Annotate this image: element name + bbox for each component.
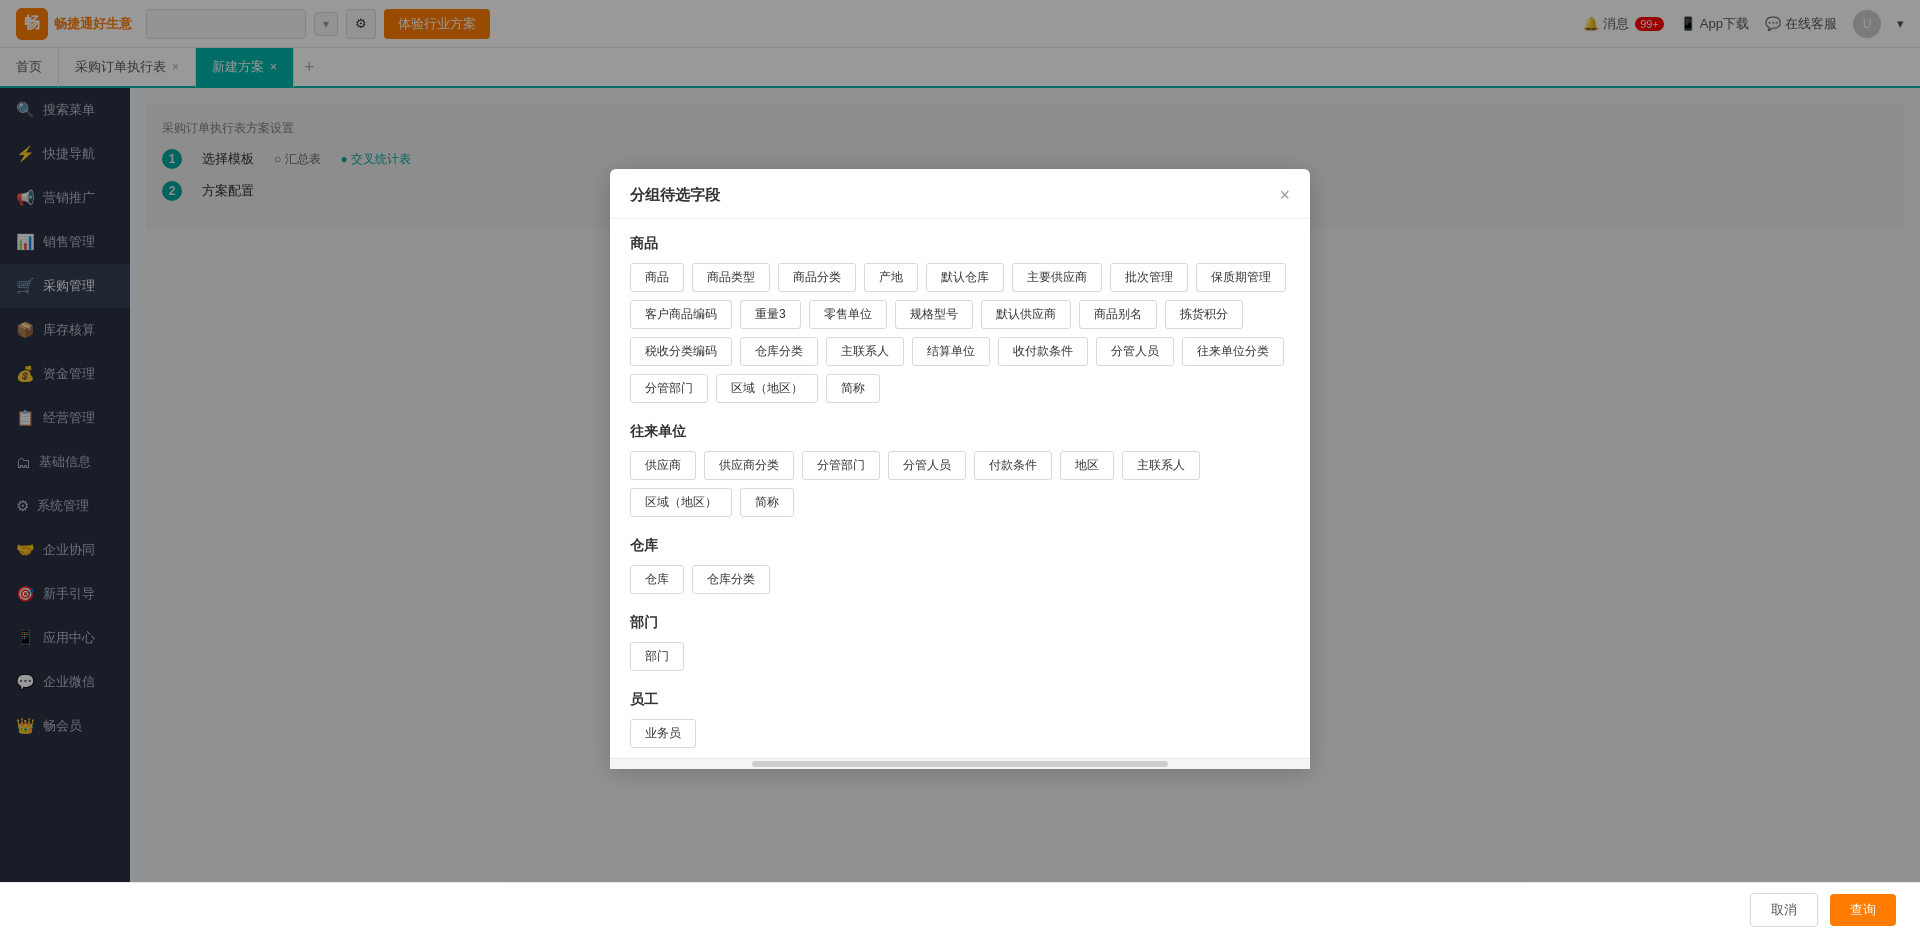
- dialog-body: 商品商品商品类型商品分类产地默认仓库主要供应商批次管理保质期管理客户商品编码重量…: [610, 219, 1310, 759]
- field-tag[interactable]: 主联系人: [826, 337, 904, 366]
- field-grid: 业务员: [630, 719, 1290, 748]
- field-grid: 供应商供应商分类分管部门分管人员付款条件地区主联系人区域（地区） 简称: [630, 451, 1290, 517]
- field-tag[interactable]: 分管人员: [1096, 337, 1174, 366]
- modal-overlay[interactable]: 分组待选字段 × 商品商品商品类型商品分类产地默认仓库主要供应商批次管理保质期管…: [0, 0, 1920, 937]
- field-tag[interactable]: 商品别名: [1079, 300, 1157, 329]
- field-tag[interactable]: 供应商: [630, 451, 696, 480]
- dialog-section-仓库: 仓库仓库仓库分类: [630, 537, 1290, 594]
- field-tag[interactable]: 简称: [740, 488, 794, 517]
- dialog-scrollbar[interactable]: [610, 758, 1310, 768]
- field-tag[interactable]: 往来单位分类: [1182, 337, 1284, 366]
- field-tag[interactable]: 税收分类编码: [630, 337, 732, 366]
- field-tag[interactable]: 结算单位: [912, 337, 990, 366]
- field-tag[interactable]: 产地: [864, 263, 918, 292]
- field-tag[interactable]: 规格型号: [895, 300, 973, 329]
- field-tag[interactable]: 重量3: [740, 300, 801, 329]
- field-grid: 仓库仓库分类: [630, 565, 1290, 594]
- field-tag[interactable]: 默认供应商: [981, 300, 1071, 329]
- dialog-section-商品: 商品商品商品类型商品分类产地默认仓库主要供应商批次管理保质期管理客户商品编码重量…: [630, 235, 1290, 403]
- field-tag[interactable]: 分管部门: [630, 374, 708, 403]
- dialog-header: 分组待选字段 ×: [610, 169, 1310, 219]
- dialog-section-员工: 员工业务员: [630, 691, 1290, 748]
- section-title: 仓库: [630, 537, 1290, 555]
- field-tag[interactable]: 商品分类: [778, 263, 856, 292]
- field-tag[interactable]: 零售单位: [809, 300, 887, 329]
- confirm-button[interactable]: 查询: [1830, 894, 1896, 926]
- field-grid: 商品商品类型商品分类产地默认仓库主要供应商批次管理保质期管理客户商品编码重量3 零…: [630, 263, 1290, 403]
- field-tag[interactable]: 商品类型: [692, 263, 770, 292]
- field-tag[interactable]: 主联系人: [1122, 451, 1200, 480]
- dialog-title: 分组待选字段: [630, 186, 720, 205]
- field-tag[interactable]: 付款条件: [974, 451, 1052, 480]
- field-tag[interactable]: 分管部门: [802, 451, 880, 480]
- field-tag[interactable]: 主要供应商: [1012, 263, 1102, 292]
- field-tag[interactable]: 收付款条件: [998, 337, 1088, 366]
- field-tag[interactable]: 保质期管理: [1196, 263, 1286, 292]
- field-tag[interactable]: 仓库: [630, 565, 684, 594]
- field-tag[interactable]: 分管人员: [888, 451, 966, 480]
- bottom-bar: 取消 查询: [0, 882, 1920, 937]
- field-tag[interactable]: 简称: [826, 374, 880, 403]
- field-tag[interactable]: 批次管理: [1110, 263, 1188, 292]
- section-title: 商品: [630, 235, 1290, 253]
- dialog-scrollbar-thumb: [752, 761, 1167, 767]
- section-title: 往来单位: [630, 423, 1290, 441]
- dialog-section-往来单位: 往来单位供应商供应商分类分管部门分管人员付款条件地区主联系人区域（地区） 简称: [630, 423, 1290, 517]
- dialog: 分组待选字段 × 商品商品商品类型商品分类产地默认仓库主要供应商批次管理保质期管…: [610, 169, 1310, 769]
- field-tag[interactable]: 仓库分类: [740, 337, 818, 366]
- field-tag[interactable]: 默认仓库: [926, 263, 1004, 292]
- section-title: 员工: [630, 691, 1290, 709]
- field-tag[interactable]: 供应商分类: [704, 451, 794, 480]
- field-tag[interactable]: 拣货积分: [1165, 300, 1243, 329]
- field-tag[interactable]: 部门: [630, 642, 684, 671]
- cancel-button[interactable]: 取消: [1750, 893, 1818, 927]
- field-tag[interactable]: 仓库分类: [692, 565, 770, 594]
- dialog-section-部门: 部门部门: [630, 614, 1290, 671]
- field-tag[interactable]: 商品: [630, 263, 684, 292]
- field-grid: 部门: [630, 642, 1290, 671]
- field-tag[interactable]: 业务员: [630, 719, 696, 748]
- field-tag[interactable]: 客户商品编码: [630, 300, 732, 329]
- field-tag[interactable]: 地区: [1060, 451, 1114, 480]
- section-title: 部门: [630, 614, 1290, 632]
- dialog-close-button[interactable]: ×: [1279, 185, 1290, 206]
- field-tag[interactable]: 区域（地区）: [716, 374, 818, 403]
- field-tag[interactable]: 区域（地区）: [630, 488, 732, 517]
